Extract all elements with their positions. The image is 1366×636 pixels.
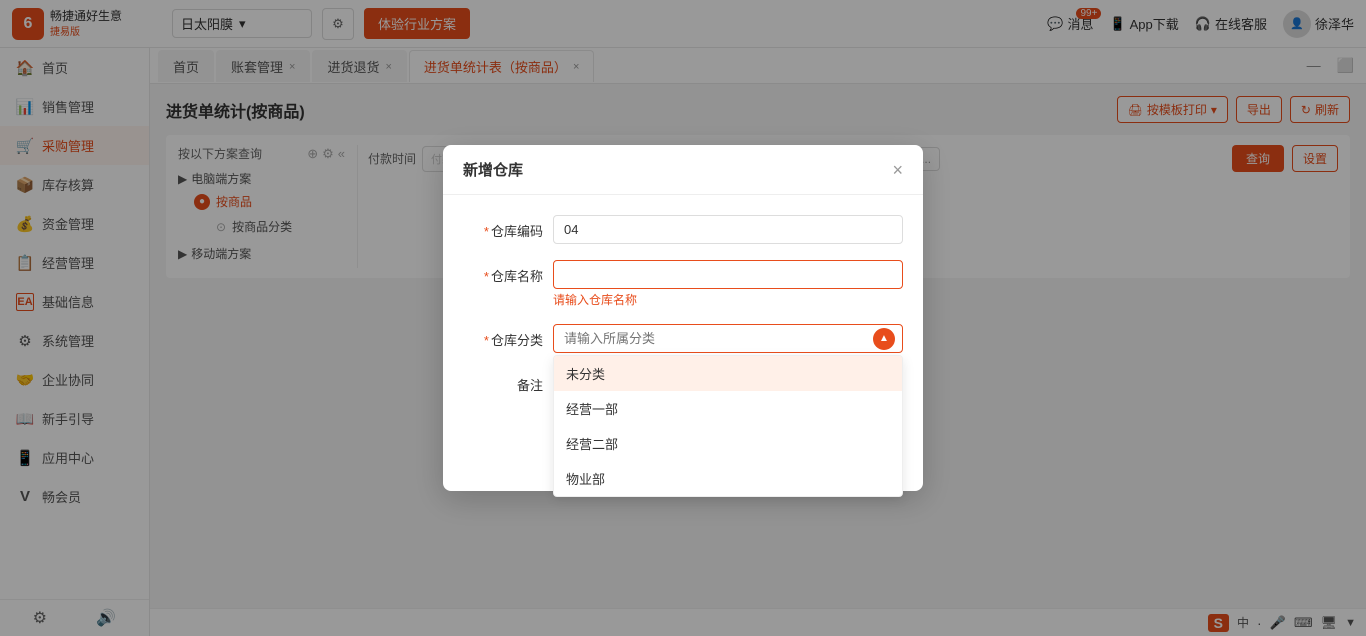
code-label: 仓库编码 (463, 215, 543, 240)
modal-overlay[interactable]: 新增仓库 × 仓库编码 仓库名称 请输入仓库名称 仓库分类 (0, 0, 1366, 636)
remark-label: 备注 (463, 369, 543, 394)
name-input[interactable] (553, 260, 903, 289)
category-label: 仓库分类 (463, 324, 543, 349)
category-dropdown: ▲ 未分类 经营一部 经营二部 物业部 (553, 324, 903, 353)
category-input[interactable] (553, 324, 903, 353)
dropdown-item-0[interactable]: 未分类 (554, 356, 902, 391)
dropdown-item-1[interactable]: 经营一部 (554, 391, 902, 426)
dropdown-item-2[interactable]: 经营二部 (554, 426, 902, 461)
name-error-msg: 请输入仓库名称 (553, 291, 903, 308)
form-row-category: 仓库分类 ▲ 未分类 经营一部 经营二部 物业部 (463, 324, 903, 353)
code-input[interactable] (553, 215, 903, 244)
form-row-code: 仓库编码 (463, 215, 903, 244)
dropdown-list: 未分类 经营一部 经营二部 物业部 (553, 355, 903, 497)
name-label: 仓库名称 (463, 260, 543, 285)
dialog-body: 仓库编码 仓库名称 请输入仓库名称 仓库分类 ▲ 未分类 (443, 195, 923, 434)
new-warehouse-dialog: 新增仓库 × 仓库编码 仓库名称 请输入仓库名称 仓库分类 (443, 145, 923, 491)
form-row-name: 仓库名称 请输入仓库名称 (463, 260, 903, 308)
dialog-header: 新增仓库 × (443, 145, 923, 195)
dropdown-toggle-icon[interactable]: ▲ (873, 328, 895, 350)
dialog-title: 新增仓库 (463, 159, 523, 180)
dropdown-item-3[interactable]: 物业部 (554, 461, 902, 496)
dialog-close-icon[interactable]: × (892, 161, 903, 179)
